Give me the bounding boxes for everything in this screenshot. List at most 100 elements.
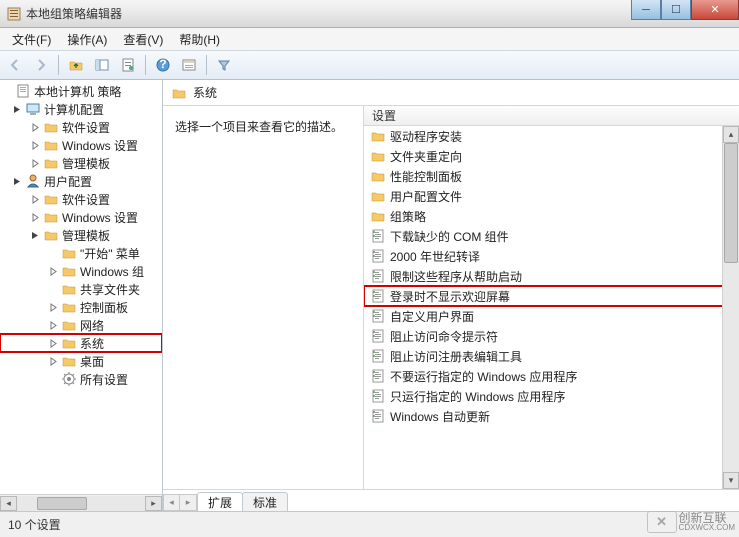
tree-windows-components[interactable]: Windows 组 — [0, 262, 162, 280]
expand-icon[interactable] — [48, 338, 59, 349]
scroll-track[interactable] — [17, 496, 145, 511]
scroll-right-arrow[interactable]: ▸ — [145, 496, 162, 511]
expand-icon — [2, 86, 13, 97]
expand-icon — [48, 248, 59, 259]
expand-icon[interactable] — [30, 212, 41, 223]
list-item[interactable]: 阻止访问命令提示符 — [364, 326, 739, 346]
list-item[interactable]: 组策略 — [364, 206, 739, 226]
tree-cc-software[interactable]: 软件设置 — [0, 118, 162, 136]
list-item[interactable]: 登录时不显示欢迎屏幕 — [364, 286, 739, 306]
up-button[interactable] — [65, 54, 87, 76]
list-item[interactable]: 用户配置文件 — [364, 186, 739, 206]
list-item-label: 只运行指定的 Windows 应用程序 — [390, 388, 565, 405]
list-item[interactable]: 阻止访问注册表编辑工具 — [364, 346, 739, 366]
list-item[interactable]: 下载缺少的 COM 组件 — [364, 226, 739, 246]
tree-user-config[interactable]: 用户配置 — [0, 172, 162, 190]
list-item-label: 性能控制面板 — [390, 168, 462, 185]
tree-horizontal-scrollbar[interactable]: ◂ ▸ — [0, 494, 162, 511]
maximize-button[interactable]: ☐ — [661, 0, 691, 20]
tree-computer-config[interactable]: 计算机配置 — [0, 100, 162, 118]
expand-icon[interactable] — [30, 194, 41, 205]
expand-icon — [48, 284, 59, 295]
tree-shared-folders[interactable]: 共享文件夹 — [0, 280, 162, 298]
list-item[interactable]: 驱动程序安装 — [364, 126, 739, 146]
tab-scroll-right[interactable]: ▸ — [180, 494, 197, 511]
statusbar: 10 个设置 — [0, 511, 739, 537]
column-header-setting[interactable]: 设置 — [364, 106, 739, 126]
minimize-button[interactable]: ─ — [631, 0, 661, 20]
tree-cc-windows[interactable]: Windows 设置 — [0, 136, 162, 154]
menu-file[interactable]: 文件(F) — [4, 29, 59, 50]
folder-icon — [43, 137, 59, 153]
tree-all-settings[interactable]: 所有设置 — [0, 370, 162, 388]
scroll-track[interactable] — [723, 143, 739, 472]
list-item-label: 驱动程序安装 — [390, 128, 462, 145]
list-item[interactable]: 性能控制面板 — [364, 166, 739, 186]
scroll-thumb[interactable] — [37, 497, 87, 510]
help-button[interactable]: ? — [152, 54, 174, 76]
tree-root[interactable]: 本地计算机 策略 — [0, 82, 162, 100]
forward-button[interactable] — [30, 54, 52, 76]
tree-uc-windows[interactable]: Windows 设置 — [0, 208, 162, 226]
app-icon — [6, 6, 22, 22]
list-item[interactable]: 自定义用户界面 — [364, 306, 739, 326]
list-item-label: 不要运行指定的 Windows 应用程序 — [390, 368, 577, 385]
tree-uc-software[interactable]: 软件设置 — [0, 190, 162, 208]
tree-network[interactable]: 网络 — [0, 316, 162, 334]
expand-icon[interactable] — [48, 356, 59, 367]
settings-icon — [61, 371, 77, 387]
tab-label: 标准 — [253, 494, 277, 511]
tab-extended[interactable]: 扩展 — [197, 492, 243, 511]
list-item[interactable]: 不要运行指定的 Windows 应用程序 — [364, 366, 739, 386]
filter-button[interactable] — [213, 54, 235, 76]
expand-icon[interactable] — [48, 302, 59, 313]
tree-desktop[interactable]: 桌面 — [0, 352, 162, 370]
tree-system[interactable]: 系统 — [0, 334, 162, 352]
show-hide-tree-button[interactable] — [91, 54, 113, 76]
scroll-up-arrow[interactable]: ▴ — [723, 126, 739, 143]
properties-button[interactable] — [117, 54, 139, 76]
expand-icon[interactable] — [30, 158, 41, 169]
menu-help[interactable]: 帮助(H) — [171, 29, 228, 50]
tree-label: 本地计算机 策略 — [34, 83, 121, 100]
list-item[interactable]: 文件夹重定向 — [364, 146, 739, 166]
details-body: 选择一个项目来查看它的描述。 设置 驱动程序安装文件夹重定向性能控制面板用户配置… — [163, 106, 739, 489]
list-vertical-scrollbar[interactable]: ▴ ▾ — [722, 126, 739, 489]
console-tree[interactable]: 本地计算机 策略 计算机配置 软件设置 Windows 设置 管理模板 — [0, 80, 162, 390]
computer-icon — [25, 101, 41, 117]
settings-list[interactable]: 驱动程序安装文件夹重定向性能控制面板用户配置文件组策略下载缺少的 COM 组件2… — [364, 126, 739, 489]
tree-cc-admin[interactable]: 管理模板 — [0, 154, 162, 172]
list-item[interactable]: Windows 自动更新 — [364, 406, 739, 426]
scroll-down-arrow[interactable]: ▾ — [723, 472, 739, 489]
tree-control-panel[interactable]: 控制面板 — [0, 298, 162, 316]
setting-icon — [370, 388, 386, 404]
collapse-icon[interactable] — [30, 230, 41, 241]
list-item[interactable]: 只运行指定的 Windows 应用程序 — [364, 386, 739, 406]
list-item-label: Windows 自动更新 — [390, 408, 490, 425]
list-item[interactable]: 限制这些程序从帮助启动 — [364, 266, 739, 286]
expand-icon[interactable] — [48, 320, 59, 331]
list-item-label: 下载缺少的 COM 组件 — [390, 228, 509, 245]
expand-icon[interactable] — [30, 140, 41, 151]
back-button[interactable] — [4, 54, 26, 76]
collapse-icon[interactable] — [12, 104, 23, 115]
tree-label: 软件设置 — [62, 191, 110, 208]
menu-action[interactable]: 操作(A) — [59, 29, 115, 50]
options-button[interactable] — [178, 54, 200, 76]
folder-icon — [370, 208, 386, 224]
folder-icon — [43, 191, 59, 207]
tree-label: 控制面板 — [80, 299, 128, 316]
scroll-left-arrow[interactable]: ◂ — [0, 496, 17, 511]
close-button[interactable]: ✕ — [691, 0, 739, 20]
tab-standard[interactable]: 标准 — [242, 492, 288, 511]
menu-view[interactable]: 查看(V) — [115, 29, 171, 50]
expand-icon[interactable] — [30, 122, 41, 133]
collapse-icon[interactable] — [12, 176, 23, 187]
tab-scroll-left[interactable]: ◂ — [163, 494, 180, 511]
list-item[interactable]: 2000 年世纪转译 — [364, 246, 739, 266]
setting-icon — [370, 408, 386, 424]
tree-uc-admin[interactable]: 管理模板 — [0, 226, 162, 244]
tree-start-menu[interactable]: "开始" 菜单 — [0, 244, 162, 262]
scroll-thumb[interactable] — [724, 143, 738, 263]
expand-icon[interactable] — [48, 266, 59, 277]
